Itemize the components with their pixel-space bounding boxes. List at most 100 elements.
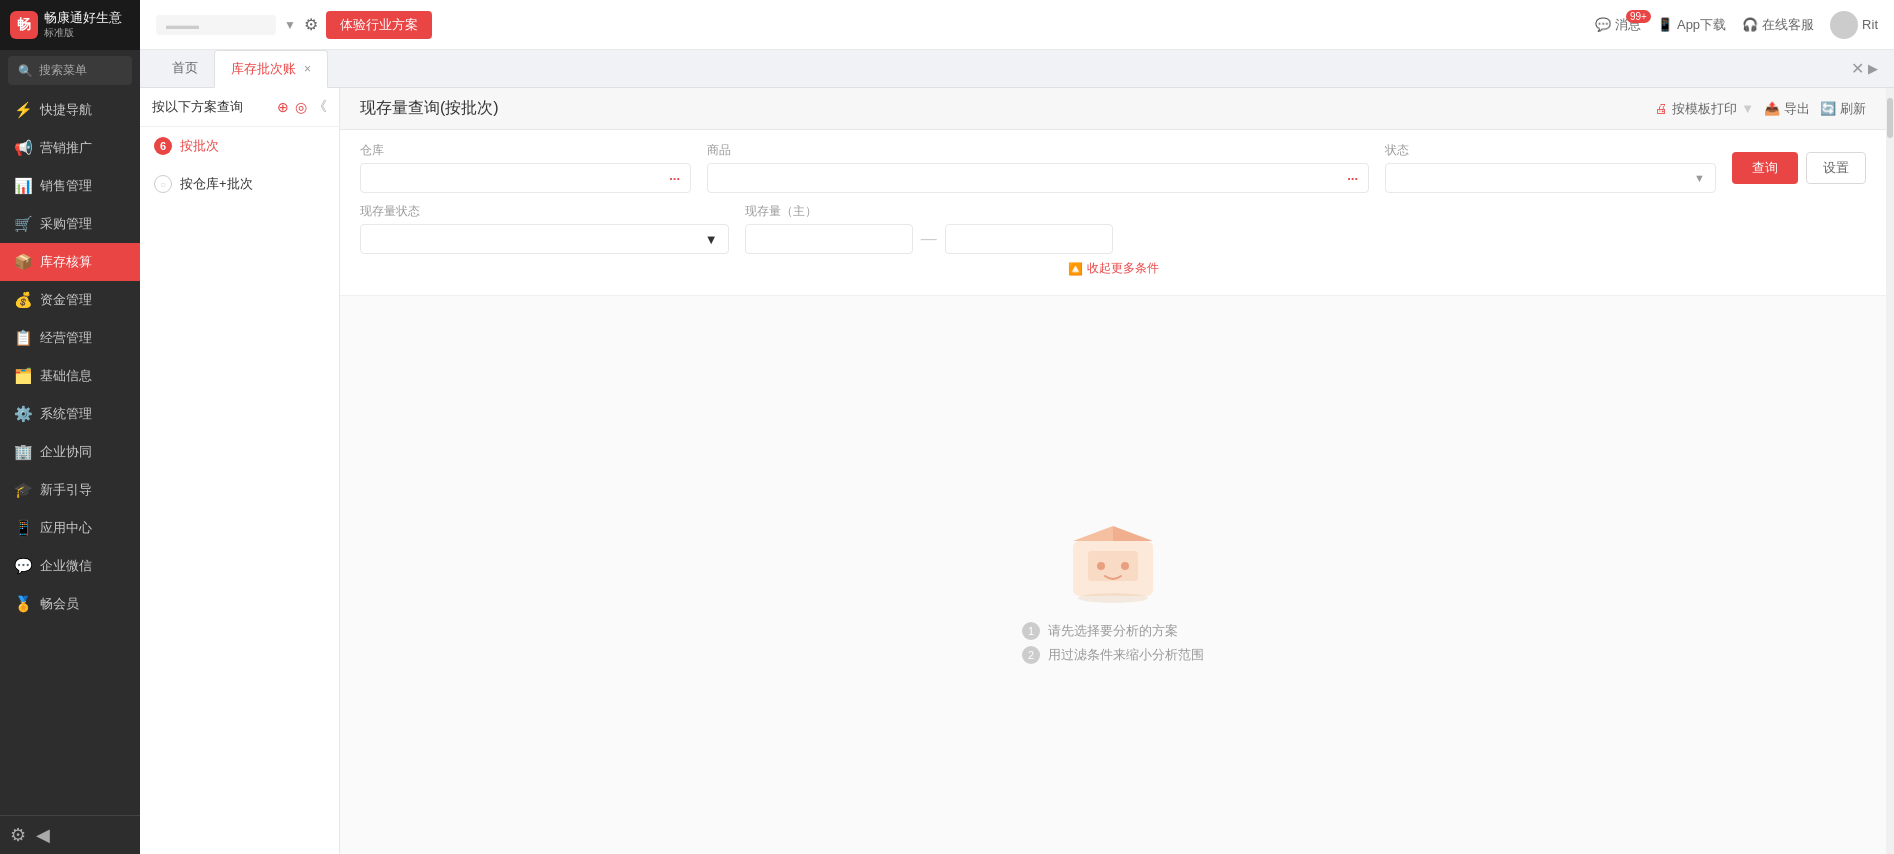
search-icon: 🔍 — [18, 64, 33, 78]
goods-label: 商品 — [707, 142, 1369, 159]
sidebar-item-purchase[interactable]: 🛒 采购管理 — [0, 205, 140, 243]
sidebar-item-wechat[interactable]: 💬 企业微信 — [0, 547, 140, 585]
trial-btn[interactable]: 体验行业方案 — [326, 11, 432, 39]
dropdown-arrow-icon[interactable]: ▼ — [284, 18, 296, 32]
collapse-up-icon: 🔼 — [1068, 262, 1083, 276]
app-logo: 畅 — [10, 11, 38, 39]
nav-icon-member: 🏅 — [14, 595, 32, 613]
panel-header-label: 按以下方案查询 — [152, 98, 243, 116]
main-content: ▬▬▬ ▼ ⚙ 体验行业方案 💬 消息 99+ 📱 App下载 🎧 在线客服 R — [140, 0, 1894, 854]
panel-collapse-icon[interactable]: 《 — [313, 98, 327, 116]
warehouse-batch-dot: ○ — [154, 175, 172, 193]
sidebar-item-marketing[interactable]: 📢 营销推广 — [0, 129, 140, 167]
nav-icon-sales: 📊 — [14, 177, 32, 195]
nav-icon-quick: ⚡ — [14, 101, 32, 119]
app-download-btn[interactable]: 📱 App下载 — [1657, 16, 1726, 34]
user-avatar-area[interactable]: Rit — [1830, 11, 1878, 39]
app-subtitle: 标准版 — [44, 26, 122, 40]
hint-num-1: 1 — [1022, 622, 1040, 640]
page-actions: 🖨 按模板打印 ▼ 📤 导出 🔄 刷新 — [1655, 100, 1866, 118]
warehouse-dots[interactable]: ··· — [669, 171, 680, 186]
sidebar-item-basic[interactable]: 🗂️ 基础信息 — [0, 357, 140, 395]
tabbar: 首页 库存批次账 × ✕ ▶ — [140, 50, 1894, 88]
panel-add-icon[interactable]: ⊕ — [277, 99, 289, 115]
topbar-left: ▬▬▬ ▼ ⚙ 体验行业方案 — [156, 11, 1587, 39]
sidebar-item-member[interactable]: 🏅 畅会员 — [0, 585, 140, 623]
online-service-btn[interactable]: 🎧 在线客服 — [1742, 16, 1814, 34]
nav-icon-finance: 💰 — [14, 291, 32, 309]
sidebar-item-newbie[interactable]: 🎓 新手引导 — [0, 471, 140, 509]
avatar — [1830, 11, 1858, 39]
panel-item-by-warehouse-batch[interactable]: ○ 按仓库+批次 — [140, 165, 339, 203]
sidebar-item-system[interactable]: ⚙️ 系统管理 — [0, 395, 140, 433]
goods-input[interactable]: ··· — [707, 163, 1369, 193]
sidebar-item-enterprise[interactable]: 🏢 企业协同 — [0, 433, 140, 471]
right-scrollbar[interactable] — [1886, 88, 1894, 854]
sidebar-item-finance[interactable]: 💰 资金管理 — [0, 281, 140, 319]
messages-badge: 99+ — [1626, 10, 1651, 23]
sidebar-item-operation[interactable]: 📋 经营管理 — [0, 319, 140, 357]
sidebar-item-appstore[interactable]: 📱 应用中心 — [0, 509, 140, 547]
empty-hints: 1 请先选择要分析的方案 2 用过滤条件来缩小分析范围 — [1022, 622, 1204, 664]
topbar-right: 💬 消息 99+ 📱 App下载 🎧 在线客服 Rit — [1595, 11, 1878, 39]
panel-item-by-batch[interactable]: 6 按批次 — [140, 127, 339, 165]
warehouse-input[interactable]: ··· — [360, 163, 691, 193]
hint-num-2: 2 — [1022, 646, 1040, 664]
collapse-filter-btn[interactable]: 🔼 收起更多条件 — [360, 254, 1866, 283]
stock-qty-label: 现存量（主） — [745, 203, 1114, 220]
print-dropdown-icon[interactable]: ▼ — [1741, 101, 1754, 116]
topbar-search[interactable]: ▬▬▬ — [156, 15, 276, 35]
filter-goods: 商品 ··· — [707, 142, 1369, 193]
page-header: 现存量查询(按批次) 🖨 按模板打印 ▼ 📤 导出 🔄 刷新 — [340, 88, 1886, 130]
nav-icon-basic: 🗂️ — [14, 367, 32, 385]
stock-status-select[interactable]: ▼ — [360, 224, 729, 254]
settings-footer-icon[interactable]: ⚙ — [10, 824, 26, 846]
sidebar-item-inventory[interactable]: 📦 库存核算 — [0, 243, 140, 281]
settings-gear-icon[interactable]: ⚙ — [304, 15, 318, 34]
sidebar-header: 畅 畅康通好生意 标准版 — [0, 0, 140, 50]
tab-close-icon[interactable]: × — [304, 62, 311, 76]
tab-panel-arrow-icon[interactable]: ▶ — [1868, 61, 1878, 76]
sidebar-item-quick-nav[interactable]: ⚡ 快捷导航 — [0, 91, 140, 129]
query-button[interactable]: 查询 — [1732, 152, 1798, 184]
empty-svg — [1053, 486, 1173, 606]
page-title: 现存量查询(按批次) — [360, 98, 499, 119]
status-input[interactable]: ▼ — [1385, 163, 1716, 193]
tab-home[interactable]: 首页 — [156, 50, 214, 88]
stock-status-arrow-icon: ▼ — [705, 232, 718, 247]
refresh-btn[interactable]: 🔄 刷新 — [1820, 100, 1866, 118]
tab-inventory-batch[interactable]: 库存批次账 × — [214, 50, 328, 88]
sidebar-search[interactable]: 🔍 搜索菜单 — [8, 56, 132, 85]
messages-btn[interactable]: 💬 消息 99+ — [1595, 16, 1641, 34]
nav-icon-purchase: 🛒 — [14, 215, 32, 233]
qty-divider: — — [921, 230, 937, 248]
export-btn[interactable]: 📤 导出 — [1764, 100, 1810, 118]
panel-settings-icon[interactable]: ◎ — [295, 99, 307, 115]
sidebar-item-sales[interactable]: 📊 销售管理 — [0, 167, 140, 205]
stock-status-label: 现存量状态 — [360, 203, 729, 220]
empty-hint-2: 2 用过滤条件来缩小分析范围 — [1022, 646, 1204, 664]
content-area: 按以下方案查询 ⊕ ◎ 《 6 按批次 ○ 按仓库+批次 — [140, 88, 1894, 854]
panel-header: 按以下方案查询 ⊕ ◎ 《 — [140, 88, 339, 127]
empty-illustration — [1053, 486, 1173, 606]
nav-icon-inventory: 📦 — [14, 253, 32, 271]
nav-icon-newbie: 🎓 — [14, 481, 32, 499]
sidebar-footer: ⚙ ◀ — [0, 815, 140, 854]
stock-qty-from[interactable] — [745, 224, 913, 254]
collapse-sidebar-icon[interactable]: ◀ — [36, 824, 50, 846]
goods-dots[interactable]: ··· — [1347, 171, 1358, 186]
filter-row-2: 现存量状态 ▼ 现存量（主） — — [360, 203, 1866, 254]
filter-stock-status: 现存量状态 ▼ — [360, 203, 729, 254]
status-arrow-icon[interactable]: ▼ — [1694, 172, 1705, 184]
tab-panel-close-icon[interactable]: ✕ — [1851, 59, 1864, 78]
svg-point-2 — [1097, 562, 1105, 570]
setting-button[interactable]: 设置 — [1806, 152, 1866, 184]
print-icon: 🖨 — [1655, 101, 1668, 116]
print-btn[interactable]: 🖨 按模板打印 ▼ — [1655, 100, 1754, 118]
right-scrollbar-thumb[interactable] — [1887, 98, 1893, 138]
empty-hint-1: 1 请先选择要分析的方案 — [1022, 622, 1204, 640]
svg-rect-1 — [1088, 551, 1138, 581]
stock-qty-to[interactable] — [945, 224, 1113, 254]
filter-status: 状态 ▼ — [1385, 142, 1716, 193]
headset-icon: 🎧 — [1742, 17, 1758, 32]
